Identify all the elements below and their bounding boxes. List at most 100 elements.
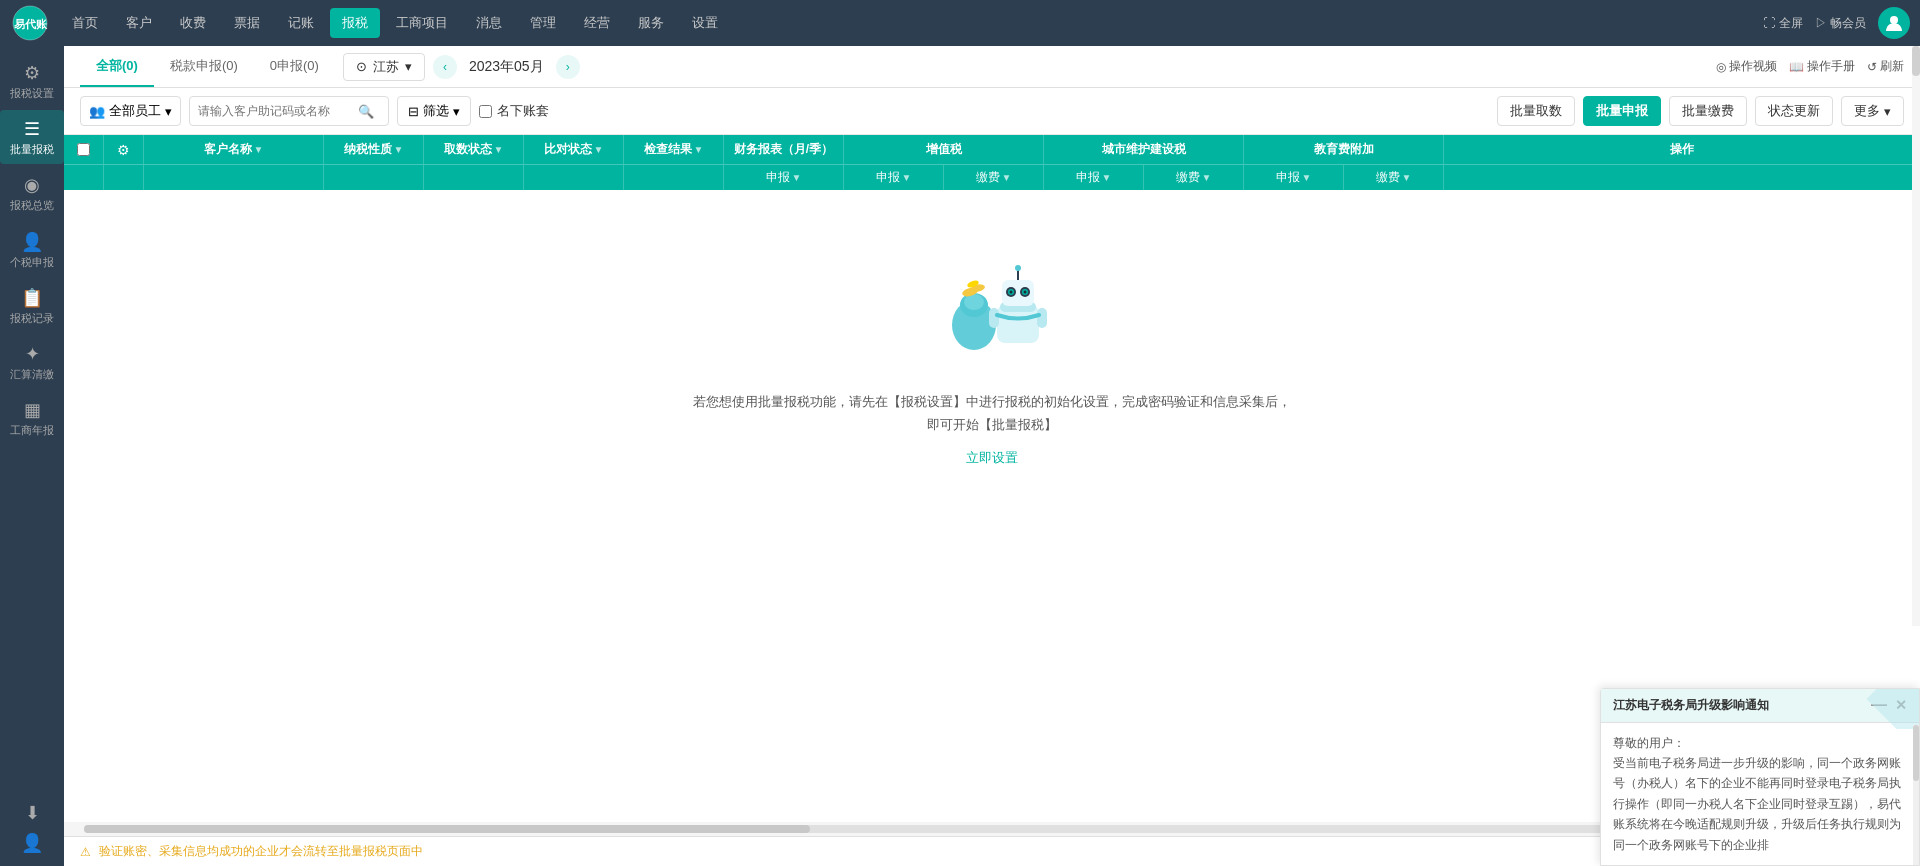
- filter-chevron-icon2[interactable]: ▼: [394, 144, 404, 155]
- batch-pay-button[interactable]: 批量缴费: [1669, 96, 1747, 126]
- svg-text:易代账: 易代账: [14, 18, 48, 30]
- minimize-btn[interactable]: —: [1871, 697, 1887, 713]
- sub-filter-icon[interactable]: ▼: [792, 172, 802, 183]
- nav-item-billing[interactable]: 收费: [168, 8, 218, 38]
- sidebar-item-personal-tax[interactable]: 👤 个税申报: [0, 223, 64, 277]
- filter-chevron-icon4[interactable]: ▼: [594, 144, 604, 155]
- download-icon[interactable]: ⬇: [25, 802, 40, 824]
- month-navigation: ‹ 2023年05月 ›: [433, 55, 580, 79]
- svg-point-17: [1024, 291, 1027, 294]
- operation-video-btn[interactable]: ◎ 操作视频: [1716, 58, 1777, 75]
- nav-item-home[interactable]: 首页: [60, 8, 110, 38]
- robot-illustration: [932, 250, 1052, 370]
- next-month-btn[interactable]: ›: [556, 55, 580, 79]
- filter-chevron-icon3[interactable]: ▼: [494, 144, 504, 155]
- sidebar-bottom: ⬇ 👤: [21, 802, 43, 866]
- select-all-checkbox[interactable]: [77, 143, 90, 156]
- settlement-icon: ✦: [25, 343, 40, 365]
- svg-point-14: [1010, 291, 1013, 294]
- region-label: 江苏: [373, 58, 399, 76]
- nav-item-tax[interactable]: 报税: [330, 8, 380, 38]
- member-btn[interactable]: ▷ 畅会员: [1815, 15, 1866, 32]
- employee-select-label: 全部员工: [109, 102, 161, 120]
- sidebar-item-annual-report[interactable]: ▦ 工商年报: [0, 391, 64, 445]
- tab-all[interactable]: 全部(0): [80, 47, 154, 87]
- nav-right-actions: ⛶ 全屏 ▷ 畅会员: [1763, 7, 1910, 39]
- sub-filter-icon7[interactable]: ▼: [1402, 172, 1412, 183]
- th-checkbox: [64, 135, 104, 164]
- sidebar-label-annual-report: 工商年报: [10, 424, 54, 437]
- app-logo[interactable]: 易代账: [10, 3, 50, 43]
- scroll-thumb[interactable]: [84, 825, 810, 833]
- sidebar-item-settlement[interactable]: ✦ 汇算清缴: [0, 335, 64, 389]
- annual-report-icon: ▦: [24, 399, 41, 421]
- setup-link[interactable]: 立即设置: [966, 449, 1018, 467]
- nav-item-customer[interactable]: 客户: [114, 8, 164, 38]
- search-icon[interactable]: 🔍: [358, 104, 374, 119]
- th-operation: 操作: [1444, 135, 1920, 164]
- sub-filter-icon3[interactable]: ▼: [1002, 172, 1012, 183]
- tab-tax-declaration[interactable]: 税款申报(0): [154, 47, 254, 87]
- nav-item-message[interactable]: 消息: [464, 8, 514, 38]
- close-notification-btn[interactable]: ✕: [1895, 697, 1907, 713]
- nav-item-service[interactable]: 服务: [626, 8, 676, 38]
- filter-label: 筛选: [423, 102, 449, 120]
- settings-icon[interactable]: ⚙: [117, 142, 130, 158]
- fullscreen-icon: ⛶: [1763, 16, 1775, 30]
- sub-filter-icon5[interactable]: ▼: [1202, 172, 1212, 183]
- notif-scrollbar[interactable]: [1913, 725, 1919, 865]
- svg-point-2: [1890, 16, 1898, 24]
- sidebar-label-tax-settings: 报税设置: [10, 87, 54, 100]
- filter-button[interactable]: ⊟ 筛选 ▾: [397, 96, 471, 126]
- tab-zero-declaration[interactable]: 0申报(0): [254, 47, 335, 87]
- main-scrollbar[interactable]: [1912, 46, 1920, 626]
- region-selector[interactable]: ⊙ 江苏 ▾: [343, 53, 425, 81]
- nav-item-biz[interactable]: 工商项目: [384, 8, 460, 38]
- filter-chevron-icon[interactable]: ▼: [254, 144, 264, 155]
- th-sub-city-declare: 申报 ▼: [1044, 165, 1144, 190]
- sub-filter-icon2[interactable]: ▼: [902, 172, 912, 183]
- batch-fetch-button[interactable]: 批量取数: [1497, 96, 1575, 126]
- account-checkbox-label[interactable]: 名下账套: [479, 102, 549, 120]
- batch-declare-button[interactable]: 批量申报: [1583, 96, 1661, 126]
- sub-filter-icon4[interactable]: ▼: [1102, 172, 1112, 183]
- sidebar-item-tax-overview[interactable]: ◉ 报税总览: [0, 166, 64, 220]
- tax-records-icon: 📋: [21, 287, 43, 309]
- sidebar-item-batch-tax[interactable]: ☰ 批量报税: [0, 110, 64, 164]
- th-financial-report: 财务报表（月/季）: [724, 135, 844, 164]
- more-button[interactable]: 更多 ▾: [1841, 96, 1904, 126]
- prev-month-btn[interactable]: ‹: [433, 55, 457, 79]
- operation-manual-btn[interactable]: 📖 操作手册: [1789, 58, 1855, 75]
- th-compare-status: 比对状态 ▼: [524, 135, 624, 164]
- search-input[interactable]: [198, 104, 358, 118]
- filter-chevron-icon5[interactable]: ▼: [694, 144, 704, 155]
- user-settings-icon[interactable]: 👤: [21, 832, 43, 854]
- employee-select[interactable]: 👥 全部员工 ▾: [80, 96, 181, 126]
- status-update-button[interactable]: 状态更新: [1755, 96, 1833, 126]
- nav-item-invoice[interactable]: 票据: [222, 8, 272, 38]
- sidebar-item-tax-settings[interactable]: ⚙ 报税设置: [0, 54, 64, 108]
- chevron-down-icon: ▾: [453, 104, 460, 119]
- refresh-icon: ↺: [1867, 60, 1877, 74]
- account-checkbox[interactable]: [479, 105, 492, 118]
- nav-item-manage[interactable]: 管理: [518, 8, 568, 38]
- checkbox-text: 名下账套: [497, 102, 549, 120]
- sidebar: ⚙ 报税设置 ☰ 批量报税 ◉ 报税总览 👤 个税申报 📋 报税记录 ✦ 汇算清…: [0, 46, 64, 866]
- th-sub-edu-declare: 申报 ▼: [1244, 165, 1344, 190]
- fullscreen-btn[interactable]: ⛶ 全屏: [1763, 15, 1802, 32]
- notif-scroll-thumb: [1913, 725, 1919, 781]
- sidebar-item-tax-records[interactable]: 📋 报税记录: [0, 279, 64, 333]
- nav-item-accounting[interactable]: 记账: [276, 8, 326, 38]
- notification-greeting: 尊敬的用户：: [1613, 733, 1907, 753]
- month-display: 2023年05月: [469, 58, 544, 76]
- user-avatar[interactable]: [1878, 7, 1910, 39]
- search-input-wrap: 🔍: [189, 96, 389, 126]
- nav-item-operate[interactable]: 经营: [572, 8, 622, 38]
- nav-item-settings[interactable]: 设置: [680, 8, 730, 38]
- sidebar-label-personal-tax: 个税申报: [10, 256, 54, 269]
- sidebar-label-batch-tax: 批量报税: [10, 143, 54, 156]
- refresh-btn[interactable]: ↺ 刷新: [1867, 58, 1904, 75]
- sub-filter-icon6[interactable]: ▼: [1302, 172, 1312, 183]
- tax-settings-icon: ⚙: [24, 62, 40, 84]
- svg-rect-20: [989, 308, 999, 328]
